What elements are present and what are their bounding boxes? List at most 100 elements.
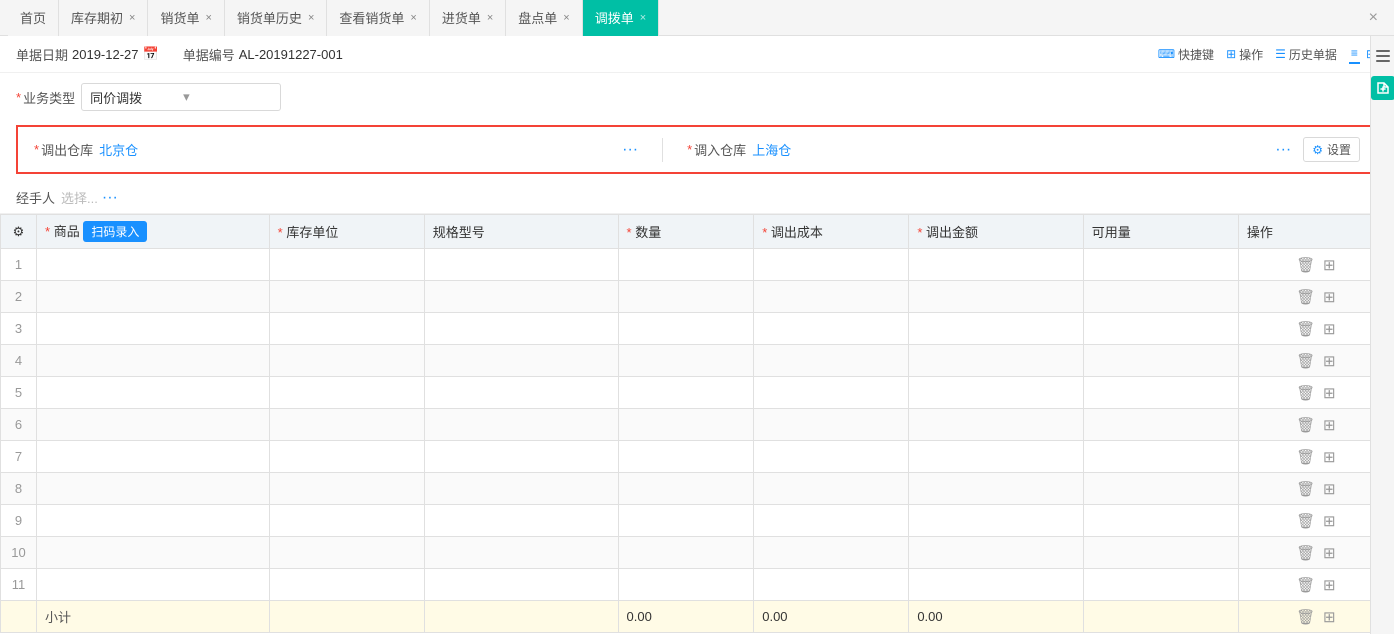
- copy-icon[interactable]: ⊞: [1323, 256, 1336, 274]
- row-7-qty[interactable]: [618, 441, 754, 473]
- row-1-qty[interactable]: [618, 249, 754, 281]
- row-8-cost[interactable]: [754, 473, 909, 505]
- right-panel-list-icon[interactable]: [1371, 44, 1394, 68]
- delete-icon[interactable]: 🗑: [1296, 352, 1315, 370]
- row-7-product[interactable]: [37, 441, 270, 473]
- row-7-unit[interactable]: [269, 441, 424, 473]
- tab-close-inventory-init[interactable]: ×: [129, 12, 135, 24]
- row-1-amount[interactable]: [909, 249, 1083, 281]
- right-panel-export-icon[interactable]: [1371, 76, 1394, 100]
- business-type-select[interactable]: 同价调拨 ▾: [81, 83, 281, 111]
- tab-close-purchase-order[interactable]: ×: [487, 12, 493, 24]
- row-4-amount[interactable]: [909, 345, 1083, 377]
- tab-close-inventory-check[interactable]: ×: [563, 12, 569, 24]
- row-4-cost[interactable]: [754, 345, 909, 377]
- delete-icon[interactable]: 🗑: [1296, 544, 1315, 562]
- copy-icon[interactable]: ⊞: [1323, 608, 1336, 626]
- warehouse-out-value[interactable]: 北京仓: [99, 140, 138, 159]
- row-10-qty[interactable]: [618, 537, 754, 569]
- row-8-amount[interactable]: [909, 473, 1083, 505]
- delete-icon[interactable]: 🗑: [1296, 480, 1315, 498]
- row-2-product[interactable]: [37, 281, 270, 313]
- row-11-amount[interactable]: [909, 569, 1083, 601]
- delete-icon[interactable]: 🗑: [1296, 320, 1315, 338]
- row-1-unit[interactable]: [269, 249, 424, 281]
- row-3-amount[interactable]: [909, 313, 1083, 345]
- copy-icon[interactable]: ⊞: [1323, 576, 1336, 594]
- row-2-amount[interactable]: [909, 281, 1083, 313]
- row-10-spec[interactable]: [424, 537, 618, 569]
- row-8-qty[interactable]: [618, 473, 754, 505]
- tab-close-sales-history[interactable]: ×: [308, 12, 314, 24]
- row-4-spec[interactable]: [424, 345, 618, 377]
- operations-btn[interactable]: ⊞ 操作: [1226, 46, 1263, 63]
- row-10-unit[interactable]: [269, 537, 424, 569]
- row-9-unit[interactable]: [269, 505, 424, 537]
- delete-icon[interactable]: 🗑: [1296, 288, 1315, 306]
- tab-close-sales-order[interactable]: ×: [205, 12, 211, 24]
- row-3-product[interactable]: [37, 313, 270, 345]
- row-8-unit[interactable]: [269, 473, 424, 505]
- tab-inventory-check[interactable]: 盘点单 ×: [506, 0, 582, 36]
- tab-transfer-order[interactable]: 调拨单 ×: [583, 0, 659, 36]
- copy-icon[interactable]: ⊞: [1323, 416, 1336, 434]
- copy-icon[interactable]: ⊞: [1323, 352, 1336, 370]
- row-1-spec[interactable]: [424, 249, 618, 281]
- handler-select[interactable]: 选择...: [61, 188, 98, 207]
- handler-dots[interactable]: ···: [102, 189, 118, 207]
- row-5-cost[interactable]: [754, 377, 909, 409]
- row-6-cost[interactable]: [754, 409, 909, 441]
- tab-home[interactable]: 首页: [8, 0, 59, 36]
- gear-col-header[interactable]: ⚙: [1, 215, 37, 249]
- row-6-spec[interactable]: [424, 409, 618, 441]
- row-8-product[interactable]: [37, 473, 270, 505]
- list-view-btn[interactable]: ≡: [1349, 44, 1360, 64]
- row-9-product[interactable]: [37, 505, 270, 537]
- row-7-amount[interactable]: [909, 441, 1083, 473]
- row-1-cost[interactable]: [754, 249, 909, 281]
- row-8-spec[interactable]: [424, 473, 618, 505]
- shortcut-btn[interactable]: ⌨ 快捷键: [1158, 46, 1214, 63]
- row-5-qty[interactable]: [618, 377, 754, 409]
- copy-icon[interactable]: ⊞: [1323, 512, 1336, 530]
- delete-icon[interactable]: 🗑: [1296, 384, 1315, 402]
- tab-close-view-sales[interactable]: ×: [410, 12, 416, 24]
- tab-close-transfer-order[interactable]: ×: [640, 12, 646, 24]
- copy-icon[interactable]: ⊞: [1323, 320, 1336, 338]
- row-7-cost[interactable]: [754, 441, 909, 473]
- warehouse-in-value[interactable]: 上海仓: [752, 140, 791, 159]
- row-10-amount[interactable]: [909, 537, 1083, 569]
- tab-bar-close-btn[interactable]: ×: [1361, 9, 1386, 27]
- delete-icon[interactable]: 🗑: [1296, 512, 1315, 530]
- row-9-cost[interactable]: [754, 505, 909, 537]
- row-5-product[interactable]: [37, 377, 270, 409]
- row-2-spec[interactable]: [424, 281, 618, 313]
- row-5-spec[interactable]: [424, 377, 618, 409]
- row-3-cost[interactable]: [754, 313, 909, 345]
- row-7-spec[interactable]: [424, 441, 618, 473]
- row-5-amount[interactable]: [909, 377, 1083, 409]
- delete-icon[interactable]: 🗑: [1296, 256, 1315, 274]
- row-11-product[interactable]: [37, 569, 270, 601]
- tab-inventory-init[interactable]: 库存期初 ×: [59, 0, 148, 36]
- row-10-cost[interactable]: [754, 537, 909, 569]
- row-11-cost[interactable]: [754, 569, 909, 601]
- settings-button[interactable]: ⚙ 设置: [1303, 137, 1360, 162]
- tab-view-sales[interactable]: 查看销货单 ×: [327, 0, 429, 36]
- row-6-amount[interactable]: [909, 409, 1083, 441]
- delete-icon[interactable]: 🗑: [1296, 448, 1315, 466]
- row-6-unit[interactable]: [269, 409, 424, 441]
- row-11-qty[interactable]: [618, 569, 754, 601]
- tab-sales-history[interactable]: 销货单历史 ×: [225, 0, 327, 36]
- delete-icon[interactable]: 🗑: [1296, 416, 1315, 434]
- delete-icon[interactable]: 🗑: [1296, 608, 1315, 626]
- row-9-qty[interactable]: [618, 505, 754, 537]
- copy-icon[interactable]: ⊞: [1323, 448, 1336, 466]
- copy-icon[interactable]: ⊞: [1323, 480, 1336, 498]
- row-9-spec[interactable]: [424, 505, 618, 537]
- row-6-product[interactable]: [37, 409, 270, 441]
- delete-icon[interactable]: 🗑: [1296, 576, 1315, 594]
- row-11-unit[interactable]: [269, 569, 424, 601]
- copy-icon[interactable]: ⊞: [1323, 288, 1336, 306]
- warehouse-in-dots[interactable]: ···: [1275, 141, 1291, 159]
